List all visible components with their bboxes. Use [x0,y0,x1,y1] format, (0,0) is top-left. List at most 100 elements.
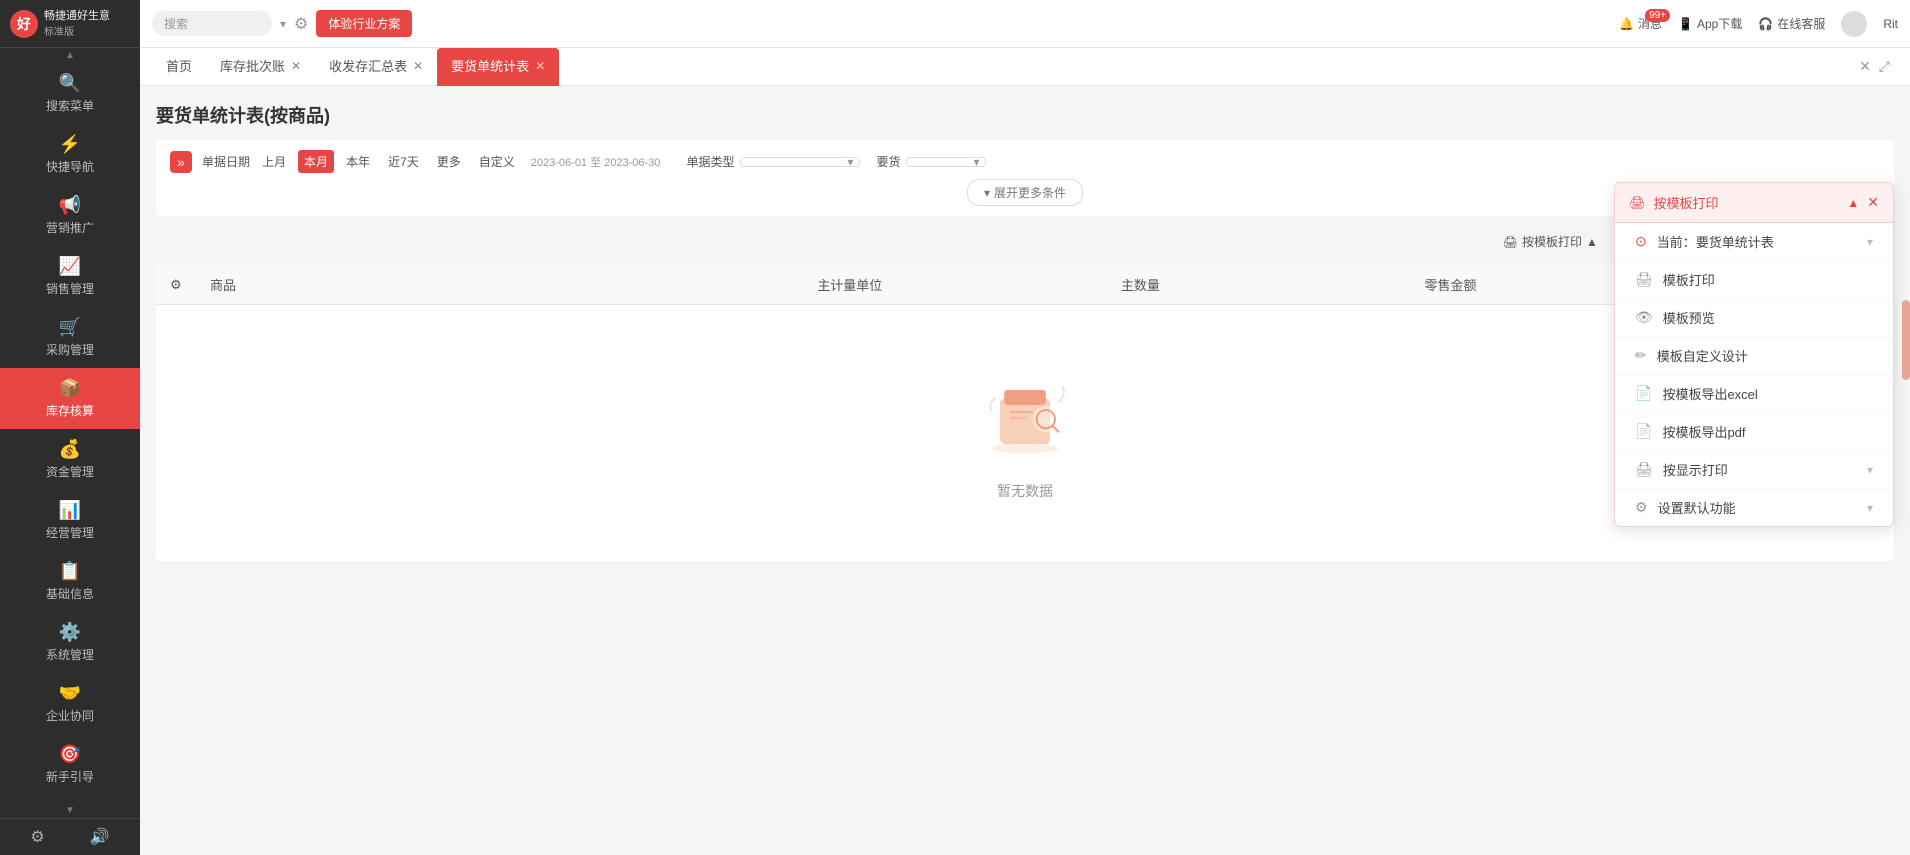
dropdown-current-item[interactable]: ⊙ 当前：要货单统计表 ▾ [1615,223,1893,261]
chevron-down-icon3: ▾ [984,186,990,200]
sidebar-item-inventory[interactable]: 📦 库存核算 [0,368,140,429]
avatar[interactable] [1841,11,1867,37]
filter-more-date[interactable]: 更多 [431,150,467,173]
print-dropdown-popup: 🖨 按模板打印 ▲ ✕ ⊙ 当前：要货单统计表 ▾ 🖨 模板打印 [1614,182,1894,527]
page-content: 要货单统计表(按商品) » 单据日期 上月 本月 本年 近7天 更多 自定义 2… [140,86,1910,855]
filter-last-month[interactable]: 上月 [256,150,292,173]
tab-collection-summary[interactable]: 收发存汇总表 ✕ [315,48,437,86]
filter-yaohuodan-group: 要货 ▾ [876,153,986,170]
sidebar-item-system[interactable]: ⚙️ 系统管理 [0,612,140,673]
sidebar-item-finance[interactable]: 💰 资金管理 [0,429,140,490]
dropdown-template-print[interactable]: 🖨 模板打印 [1615,261,1893,299]
sidebar-item-label: 基础信息 [46,585,94,602]
sidebar-item-label: 企业协同 [46,707,94,724]
tab-home-label: 首页 [166,56,192,75]
industry-btn[interactable]: 体验行业方案 [316,10,412,37]
dropdown-template-design-label: 模板自定义设计 [1657,346,1748,365]
sidebar-item-label: 营销推广 [46,219,94,236]
print-label: 按模板打印 [1522,233,1582,250]
filter-last7days[interactable]: 近7天 [382,150,425,173]
headset-icon: 🎧 [1758,17,1773,31]
col-unit-header: 主计量单位 [817,275,1121,294]
dropdown-template-pdf-label: 按模板导出pdf [1662,422,1745,441]
set-default-icon: ⚙ [1635,499,1648,516]
sidebar-item-label: 库存核算 [46,402,94,419]
tab-maximize-icon[interactable]: ⤢ [1879,58,1890,75]
sidebar-item-label: 搜索菜单 [46,97,94,114]
dropdown-close-icon[interactable]: ✕ [1867,194,1879,211]
expand-more-label: 展开更多条件 [994,184,1066,201]
gear-icon: ⚙️ [59,622,81,643]
cart-icon: 🛒 [59,317,81,338]
dropdown-template-design[interactable]: ✏ 模板自定义设计 [1615,337,1893,375]
sidebar-item-quicknav[interactable]: ⚡ 快捷导航 [0,124,140,185]
topbar-right: 🔔 消息 99+ 📱 App下载 🎧 在线客服 Rit [1619,11,1898,37]
dropdown-display-print[interactable]: 🖨 按显示打印 ▾ [1615,451,1893,489]
filter-expand-btn[interactable]: » [170,151,192,173]
empty-text: 暂无数据 [997,481,1053,501]
sidebar-item-basic[interactable]: 📋 基础信息 [0,551,140,612]
filter-custom-date[interactable]: 自定义 [473,150,521,173]
sidebar-item-appcenter[interactable]: 📱 应用中心 [0,795,140,803]
sidebar-item-search[interactable]: 🔍 搜索菜单 [0,63,140,124]
app-name: 畅捷通好生意 [44,9,110,23]
phone-icon: 📱 [1678,17,1693,31]
filter-date-label: 单据日期 [202,153,250,170]
settings-bottom-icon[interactable]: ⚙ [30,827,44,847]
app-name-block: 畅捷通好生意 标准版 [44,9,110,38]
sidebar-item-newguide[interactable]: 🎯 新手引导 [0,734,140,795]
dropdown-set-default[interactable]: ⚙ 设置默认功能 ▾ [1615,489,1893,526]
sound-bottom-icon[interactable]: 🔊 [90,827,110,847]
dropdown-collapse-icon[interactable]: ▲ [1847,196,1859,210]
expand-more-btn[interactable]: ▾ 展开更多条件 [967,179,1083,206]
topbar-app-download[interactable]: 📱 App下载 [1678,15,1742,32]
username: Rit [1883,17,1898,31]
sidebar-nav: 🔍 搜索菜单 ⚡ 快捷导航 📢 营销推广 📈 销售管理 🛒 采购管理 📦 库存核… [0,63,140,803]
sidebar-item-enterprise[interactable]: 🤝 企业协同 [0,673,140,734]
target-icon: 🎯 [59,744,81,765]
sidebar-scroll-up[interactable]: ▲ [0,48,140,63]
sidebar-item-operation[interactable]: 📊 经营管理 [0,490,140,551]
sidebar-logo: 好 畅捷通好生意 标准版 [0,0,140,48]
tab-inventory-batch-close[interactable]: ✕ [291,59,301,73]
topbar-search[interactable]: 搜索 [152,11,272,36]
sidebar-item-marketing[interactable]: 📢 营销推广 [0,185,140,246]
tab-home[interactable]: 首页 [152,48,206,86]
tab-inventory-batch[interactable]: 库存批次账 ✕ [206,48,315,86]
dropdown-template-preview[interactable]: 👁 模板预览 [1615,299,1893,337]
dropdown-template-pdf[interactable]: 📄 按模板导出pdf [1615,413,1893,451]
right-scrollbar[interactable] [1902,300,1910,380]
dropdown-template-print-label: 模板打印 [1663,270,1715,289]
tab-close-all-icon[interactable]: ✕ [1859,58,1871,75]
topbar-gear-icon[interactable]: ⚙ [294,14,308,34]
chevron-down-icon2: ▾ [973,155,979,169]
topbar-msg[interactable]: 🔔 消息 99+ [1619,15,1662,32]
sidebar-item-purchase[interactable]: 🛒 采购管理 [0,307,140,368]
dropdown-popup-title: 🖨 按模板打印 [1629,193,1719,212]
tab-collection-summary-close[interactable]: ✕ [413,59,423,73]
tab-order-stats[interactable]: 要货单统计表 ✕ [437,48,559,86]
filter-type-select[interactable]: ▾ [740,157,860,167]
filter-group: 单据日期 上月 本月 本年 近7天 更多 自定义 2023-06-01 至 20… [202,150,1880,173]
empty-illustration [975,365,1075,465]
filter-yaohuo-select[interactable]: ▾ [906,157,986,167]
msg-badge: 99+ [1645,9,1670,22]
chart-icon: 📈 [59,256,81,277]
topbar-service[interactable]: 🎧 在线客服 [1758,15,1825,32]
col-settings-header[interactable]: ⚙ [170,277,210,293]
sidebar-scroll-down[interactable]: ▼ [0,803,140,818]
dropdown-display-print-label: 按显示打印 [1663,460,1728,479]
filter-current-month[interactable]: 本月 [298,150,334,173]
dropdown-template-preview-label: 模板预览 [1663,308,1715,327]
tab-order-stats-close[interactable]: ✕ [535,59,545,73]
topbar-dropdown-icon[interactable]: ▾ [280,17,286,31]
printer-header-icon: 🖨 [1629,195,1646,211]
print-btn[interactable]: 🖨 按模板打印 ▲ [1495,229,1606,254]
sidebar-item-label: 经营管理 [46,524,94,541]
service-label: 在线客服 [1777,15,1825,32]
dropdown-template-excel-label: 按模板导出excel [1662,384,1757,403]
filter-current-year[interactable]: 本年 [340,150,376,173]
sidebar-item-sales[interactable]: 📈 销售管理 [0,246,140,307]
tab-resize-controls: ✕ ⤢ [1851,58,1898,75]
dropdown-template-excel[interactable]: 📄 按模板导出excel [1615,375,1893,413]
